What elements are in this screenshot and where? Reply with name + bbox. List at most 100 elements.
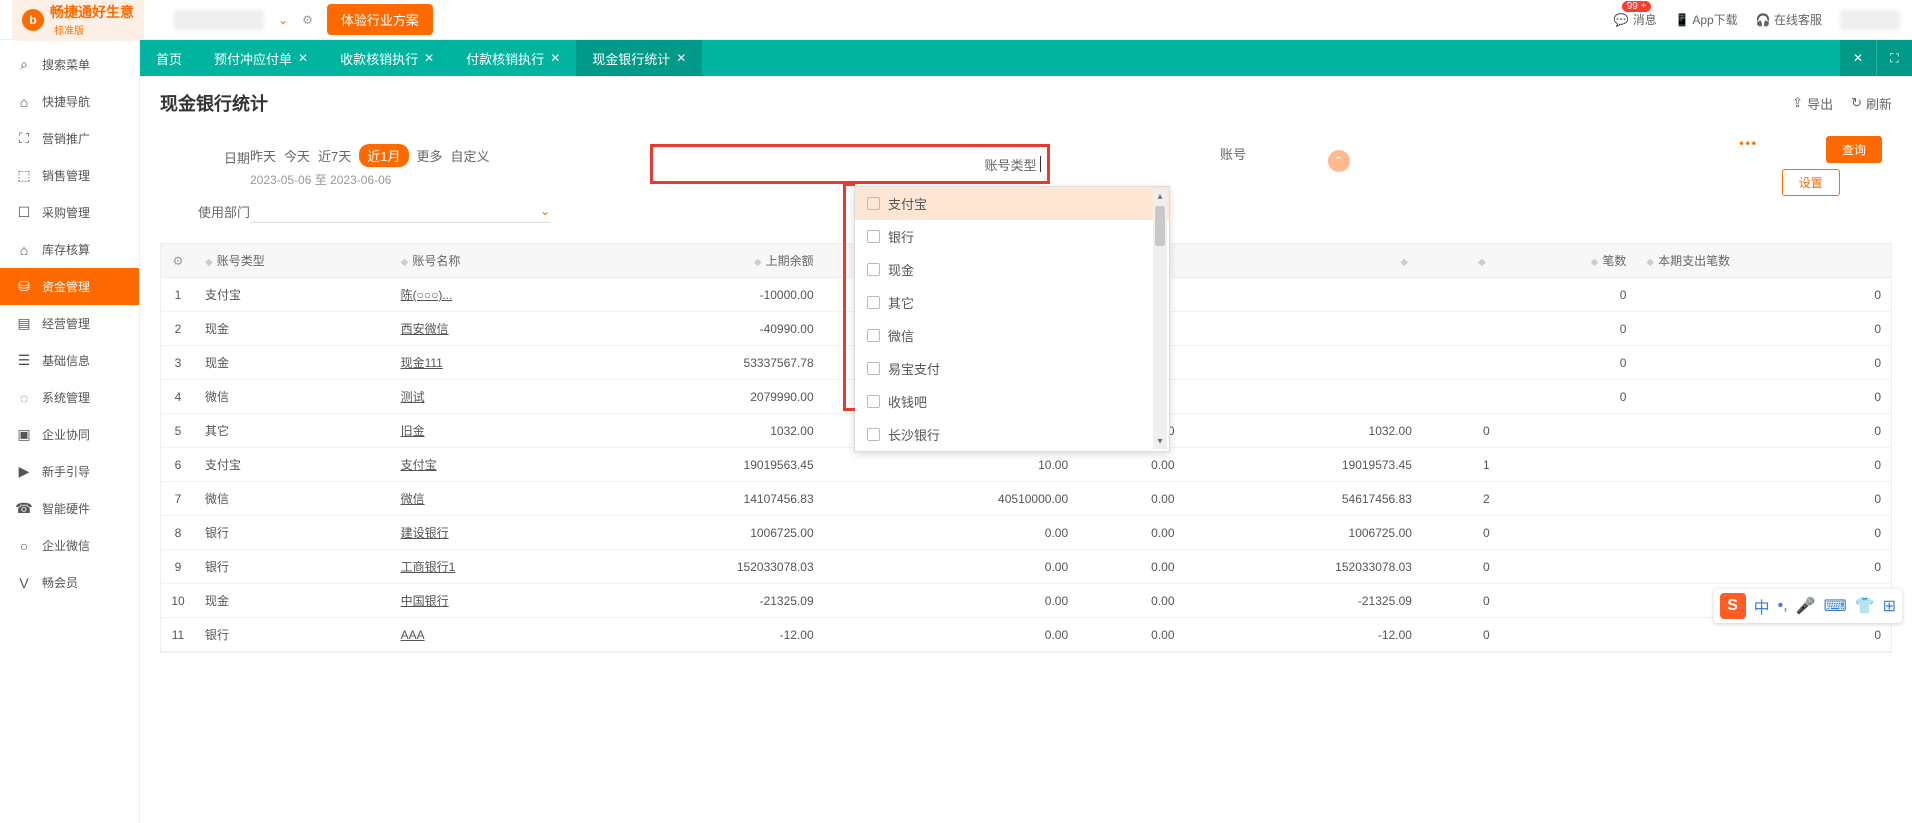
checkbox[interactable] (867, 395, 880, 408)
sidebar-item-3[interactable]: ⬚销售管理 (0, 157, 139, 194)
sidebar-item-4[interactable]: ☐采购管理 (0, 194, 139, 231)
close-icon[interactable]: ✕ (424, 51, 434, 65)
ime-mic-icon[interactable]: 🎤 (1796, 596, 1816, 616)
dropdown-option[interactable]: 易宝支付 (855, 352, 1169, 385)
account-link[interactable]: 西安微信 (401, 322, 449, 336)
sidebar-item-0[interactable]: ⌕搜索菜单 (0, 46, 139, 83)
ime-keyboard-icon[interactable]: ⌨ (1824, 596, 1847, 616)
column-header[interactable]: ⚙ (161, 244, 195, 278)
account-link[interactable]: 陈(○○○)... (401, 288, 453, 302)
account-link[interactable]: 中国银行 (401, 594, 449, 608)
sidebar-item-11[interactable]: ▶新手引导 (0, 453, 139, 490)
date-token[interactable]: 今天 (284, 146, 310, 165)
sidebar-item-6[interactable]: ⛁资金管理 (0, 268, 139, 305)
column-header[interactable]: ◆ (1422, 244, 1500, 278)
checkbox[interactable] (867, 197, 880, 210)
account-link[interactable]: 建设银行 (401, 526, 449, 540)
account-link[interactable]: 微信 (401, 492, 425, 506)
account-link[interactable]: 现金111 (401, 356, 443, 370)
close-icon[interactable]: ✕ (298, 51, 308, 65)
date-token[interactable]: 昨天 (250, 146, 276, 165)
collapse-filters-button[interactable]: ⌃ (1328, 150, 1350, 172)
gear-icon[interactable]: ⚙ (302, 13, 313, 27)
column-header[interactable]: ◆上期余额 (586, 244, 823, 278)
export-button[interactable]: ⇪ 导出 (1792, 94, 1833, 113)
refresh-button[interactable]: ↻ 刷新 (1851, 94, 1892, 113)
checkbox[interactable] (867, 428, 880, 441)
dropdown-option[interactable]: 银行 (855, 220, 1169, 253)
account-link[interactable]: 测试 (401, 390, 425, 404)
dept-select[interactable]: ⌄ (250, 200, 550, 223)
ime-tool-icon[interactable]: ⊞ (1883, 596, 1896, 616)
ime-lang[interactable]: 中 (1754, 594, 1770, 618)
dropdown-option[interactable]: 支付宝 (855, 187, 1169, 220)
tab-fullscreen[interactable]: ⛶ (1876, 40, 1912, 76)
scroll-up-icon[interactable]: ▴ (1157, 189, 1162, 204)
dropdown-option[interactable]: 长沙银行 (855, 418, 1169, 451)
sort-icon[interactable]: ◆ (1478, 257, 1486, 268)
sort-icon[interactable]: ◆ (205, 257, 213, 268)
sidebar-item-7[interactable]: ▤经营管理 (0, 305, 139, 342)
trial-button[interactable]: 体验行业方案 (327, 4, 433, 35)
account-link[interactable]: 工商银行1 (401, 560, 456, 574)
messages-link[interactable]: 💬 消息 99 + (1614, 11, 1657, 28)
checkbox[interactable] (867, 362, 880, 375)
scroll-down-icon[interactable]: ▾ (1157, 434, 1162, 449)
scroll-thumb[interactable] (1155, 206, 1165, 246)
ime-punct-icon[interactable]: •, (1778, 597, 1788, 615)
date-token[interactable]: 自定义 (451, 146, 490, 165)
date-token[interactable]: 更多 (417, 146, 443, 165)
online-service-link[interactable]: 🎧 在线客服 (1756, 11, 1822, 28)
tab-0[interactable]: 首页 (140, 40, 198, 76)
sort-icon[interactable]: ◆ (754, 257, 762, 268)
tab-close-all[interactable]: ✕ (1840, 40, 1876, 76)
dropdown-scrollbar[interactable]: ▴ ▾ (1153, 189, 1167, 449)
close-icon[interactable]: ✕ (550, 51, 560, 65)
dropdown-option[interactable]: 微信 (855, 319, 1169, 352)
checkbox[interactable] (867, 263, 880, 276)
column-header[interactable]: ◆本期支出笔数 (1636, 244, 1891, 278)
column-header[interactable]: ◆账号名称 (391, 244, 587, 278)
date-token[interactable]: 近7天 (318, 146, 351, 165)
checkbox[interactable] (867, 230, 880, 243)
account-link[interactable]: 旧金 (401, 424, 425, 438)
gear-icon[interactable]: ⚙ (173, 254, 184, 268)
column-header[interactable]: ◆ (1185, 244, 1422, 278)
close-icon[interactable]: ✕ (676, 51, 686, 65)
sort-icon[interactable]: ◆ (1646, 257, 1654, 268)
sidebar-item-8[interactable]: ☰基础信息 (0, 342, 139, 379)
column-header[interactable]: ◆账号类型 (195, 244, 391, 278)
tab-1[interactable]: 预付冲应付单✕ (198, 40, 324, 76)
checkbox[interactable] (867, 296, 880, 309)
ime-toolbar[interactable]: S 中 •, 🎤 ⌨ 👕 ⊞ (1714, 589, 1902, 623)
sidebar-item-5[interactable]: ⌂库存核算 (0, 231, 139, 268)
settings-button[interactable]: 设置 (1782, 169, 1840, 196)
app-download-link[interactable]: 📱 App下载 (1675, 11, 1738, 28)
tab-2[interactable]: 收款核销执行✕ (324, 40, 450, 76)
checkbox[interactable] (867, 329, 880, 342)
sort-icon[interactable]: ◆ (1591, 257, 1599, 268)
dropdown-option[interactable]: 其它 (855, 286, 1169, 319)
more-dots[interactable]: ••• (1739, 136, 1758, 150)
chevron-down-icon[interactable]: ⌄ (278, 13, 288, 27)
date-token[interactable]: 近1月 (359, 144, 408, 167)
sidebar-item-14[interactable]: V畅会员 (0, 564, 139, 601)
sort-icon[interactable]: ◆ (401, 257, 409, 268)
ime-skin-icon[interactable]: 👕 (1855, 596, 1875, 616)
account-link[interactable]: 支付宝 (401, 458, 437, 472)
dropdown-option[interactable]: 收钱吧 (855, 385, 1169, 418)
sidebar-item-1[interactable]: ⌂快捷导航 (0, 83, 139, 120)
sidebar-item-12[interactable]: ☎智能硬件 (0, 490, 139, 527)
sort-icon[interactable]: ◆ (1400, 257, 1408, 268)
sidebar-item-10[interactable]: ▣企业协同 (0, 416, 139, 453)
sidebar-item-13[interactable]: ○企业微信 (0, 527, 139, 564)
sidebar-item-2[interactable]: ⛶营销推广 (0, 120, 139, 157)
dropdown-option[interactable]: 现金 (855, 253, 1169, 286)
tab-3[interactable]: 付款核销执行✕ (450, 40, 576, 76)
query-button[interactable]: 查询 (1826, 136, 1882, 163)
account-link[interactable]: AAA (401, 628, 425, 642)
column-header[interactable]: ◆笔数 (1500, 244, 1637, 278)
tab-4[interactable]: 现金银行统计✕ (576, 40, 702, 76)
account-type-field[interactable]: 账号类型 (650, 144, 1050, 184)
sidebar-item-9[interactable]: ◌系统管理 (0, 379, 139, 416)
